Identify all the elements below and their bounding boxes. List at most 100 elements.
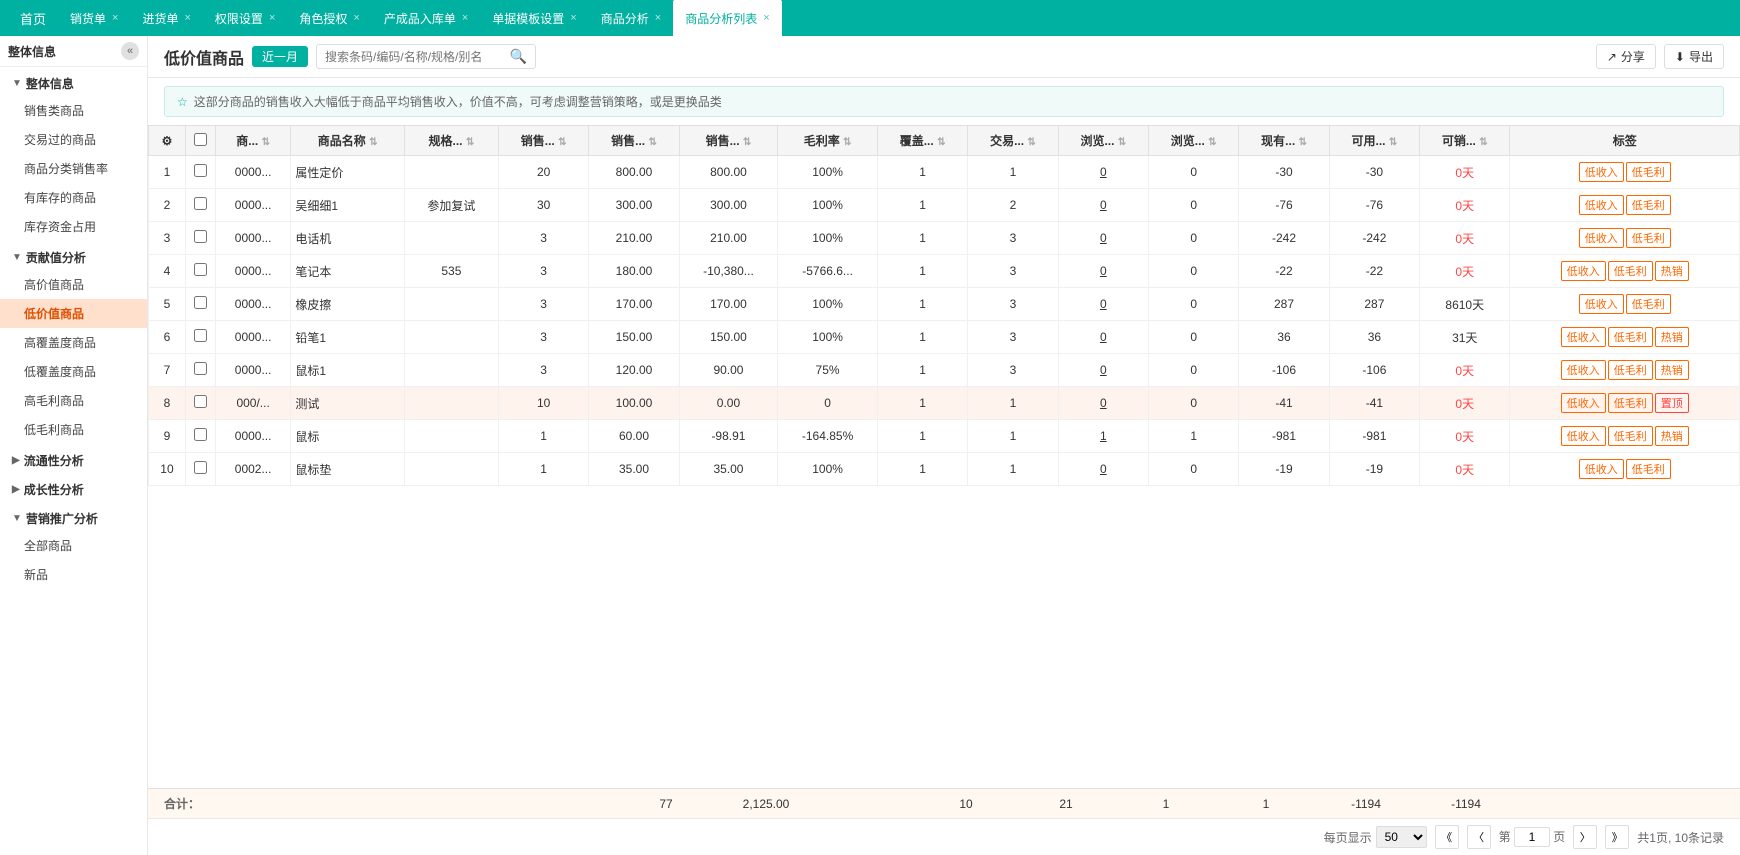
sidebar-item-all-products[interactable]: 全部商品 xyxy=(0,531,147,560)
views1-value[interactable]: 0 xyxy=(1100,264,1107,278)
views1-value[interactable]: 1 xyxy=(1100,429,1107,443)
sidebar-item-low-margin[interactable]: 低毛利商品 xyxy=(0,415,147,444)
close-purchase-order-icon[interactable]: × xyxy=(184,12,190,24)
row-checkbox[interactable] xyxy=(194,197,207,210)
views1-value[interactable]: 0 xyxy=(1100,330,1107,344)
th-stock-available[interactable]: 可用... ⇅ xyxy=(1329,126,1419,156)
row-checkbox[interactable] xyxy=(194,296,207,309)
sidebar-item-low-value[interactable]: 低价值商品 xyxy=(0,299,147,328)
views1-value[interactable]: 0 xyxy=(1100,231,1107,245)
th-sales3[interactable]: 销售... ⇅ xyxy=(679,126,778,156)
sidebar-group-marketing[interactable]: ▼ 营销推广分析 xyxy=(0,502,147,531)
last-page-button[interactable]: 》 xyxy=(1605,825,1629,849)
row-checkbox[interactable] xyxy=(194,329,207,342)
nav-product-analysis[interactable]: 商品分析 × xyxy=(589,0,673,36)
nav-product-analysis-list[interactable]: 商品分析列表 × xyxy=(673,0,781,36)
td-tags: 低收入低毛利热销 xyxy=(1510,354,1740,387)
nav-product-warehouse[interactable]: 产成品入库单 × xyxy=(372,0,480,36)
row-checkbox[interactable] xyxy=(194,428,207,441)
table-scroll-wrapper[interactable]: ⚙ 商... ⇅ 商品名称 ⇅ 规格... ⇅ 销售... ⇅ 销售... ⇅ … xyxy=(148,125,1740,788)
views1-value[interactable]: 0 xyxy=(1100,396,1107,410)
nav-sales-order[interactable]: 销货单 × xyxy=(58,0,130,36)
close-product-warehouse-icon[interactable]: × xyxy=(462,12,468,24)
nav-permissions[interactable]: 权限设置 × xyxy=(203,0,287,36)
td-stock-available: -981 xyxy=(1329,420,1419,453)
nav-role-auth[interactable]: 角色授权 × xyxy=(287,0,371,36)
row-checkbox[interactable] xyxy=(194,164,207,177)
td-index: 6 xyxy=(149,321,186,354)
page-title: 低价值商品 xyxy=(164,45,244,69)
row-checkbox[interactable] xyxy=(194,230,207,243)
sidebar-item-category-sales-rate[interactable]: 商品分类销售率 xyxy=(0,154,147,183)
export-button[interactable]: ⬇ 导出 xyxy=(1664,44,1724,69)
th-sales2[interactable]: 销售... ⇅ xyxy=(589,126,679,156)
share-button[interactable]: ↗ 分享 xyxy=(1596,44,1656,69)
sidebar-item-low-coverage[interactable]: 低覆盖度商品 xyxy=(0,357,147,386)
td-code: 0002... xyxy=(215,453,290,486)
page-number-input[interactable] xyxy=(1514,827,1550,847)
close-role-auth-icon[interactable]: × xyxy=(353,12,359,24)
sidebar-item-new-products[interactable]: 新品 xyxy=(0,560,147,589)
td-sales3: 150.00 xyxy=(679,321,778,354)
th-sales1[interactable]: 销售... ⇅ xyxy=(498,126,588,156)
prev-page-button[interactable]: 〈 xyxy=(1467,825,1491,849)
th-spec[interactable]: 规格... ⇅ xyxy=(404,126,498,156)
row-checkbox[interactable] xyxy=(194,362,207,375)
search-input[interactable] xyxy=(325,50,506,64)
sidebar-group-overall[interactable]: ▼ 整体信息 xyxy=(0,67,147,96)
th-views1[interactable]: 浏览... ⇅ xyxy=(1058,126,1148,156)
views1-value[interactable]: 0 xyxy=(1100,198,1107,212)
td-stock-available: -22 xyxy=(1329,255,1419,288)
td-checkbox xyxy=(185,420,215,453)
th-stock-sellable[interactable]: 可销... ⇅ xyxy=(1420,126,1510,156)
close-product-analysis-icon[interactable]: × xyxy=(655,12,661,24)
sidebar-item-high-coverage[interactable]: 高覆盖度商品 xyxy=(0,328,147,357)
views1-value[interactable]: 0 xyxy=(1100,462,1107,476)
td-stock-available: -106 xyxy=(1329,354,1419,387)
close-product-analysis-list-icon[interactable]: × xyxy=(763,12,769,24)
th-stock-current[interactable]: 现有... ⇅ xyxy=(1239,126,1329,156)
close-sales-order-icon[interactable]: × xyxy=(112,12,118,24)
row-checkbox[interactable] xyxy=(194,395,207,408)
th-margin[interactable]: 毛利率 ⇅ xyxy=(778,126,878,156)
select-all-checkbox[interactable] xyxy=(194,133,207,146)
th-coverage[interactable]: 覆盖... ⇅ xyxy=(877,126,967,156)
th-transactions[interactable]: 交易... ⇅ xyxy=(968,126,1058,156)
nav-template-settings[interactable]: 单据模板设置 × xyxy=(480,0,588,36)
first-page-button[interactable]: 《 xyxy=(1435,825,1459,849)
th-views2[interactable]: 浏览... ⇅ xyxy=(1148,126,1238,156)
row-checkbox[interactable] xyxy=(194,263,207,276)
views1-value[interactable]: 0 xyxy=(1100,165,1107,179)
sidebar-group-contribution[interactable]: ▼ 贡献值分析 xyxy=(0,241,147,270)
sidebar-collapse-button[interactable]: « xyxy=(121,42,139,60)
footer-val-7: 21 xyxy=(1036,797,1096,811)
sidebar-item-traded-products[interactable]: 交易过的商品 xyxy=(0,125,147,154)
period-button[interactable]: 近一月 xyxy=(252,46,308,67)
row-checkbox[interactable] xyxy=(194,461,207,474)
next-page-button[interactable]: 〉 xyxy=(1573,825,1597,849)
views1-value[interactable]: 0 xyxy=(1100,297,1107,311)
th-code[interactable]: 商... ⇅ xyxy=(215,126,290,156)
sidebar-group-growth[interactable]: ▶ 成长性分析 xyxy=(0,473,147,502)
sidebar-item-inventory-funds[interactable]: 库存资金占用 xyxy=(0,212,147,241)
close-template-settings-icon[interactable]: × xyxy=(570,12,576,24)
sidebar-group-circulation[interactable]: ▶ 流通性分析 xyxy=(0,444,147,473)
close-permissions-icon[interactable]: × xyxy=(269,12,275,24)
sidebar-item-high-margin[interactable]: 高毛利商品 xyxy=(0,386,147,415)
th-name[interactable]: 商品名称 ⇅ xyxy=(291,126,404,156)
td-code: 0000... xyxy=(215,156,290,189)
tag: 低毛利 xyxy=(1608,360,1653,380)
views1-value[interactable]: 0 xyxy=(1100,363,1107,377)
table-row: 5 0000... 橡皮擦 3 170.00 170.00 100% 1 3 0… xyxy=(149,288,1740,321)
td-sales2: 180.00 xyxy=(589,255,679,288)
td-margin: 0 xyxy=(778,387,878,420)
td-views2: 0 xyxy=(1148,321,1238,354)
nav-home[interactable]: 首页 xyxy=(8,0,58,36)
nav-purchase-order[interactable]: 进货单 × xyxy=(130,0,202,36)
per-page-select[interactable]: 50 100 200 xyxy=(1376,826,1427,848)
search-icon[interactable]: 🔍 xyxy=(510,48,527,65)
th-settings[interactable]: ⚙ xyxy=(149,126,186,156)
sidebar-item-high-value[interactable]: 高价值商品 xyxy=(0,270,147,299)
sidebar-item-sales-products[interactable]: 销售类商品 xyxy=(0,96,147,125)
sidebar-item-stock-products[interactable]: 有库存的商品 xyxy=(0,183,147,212)
